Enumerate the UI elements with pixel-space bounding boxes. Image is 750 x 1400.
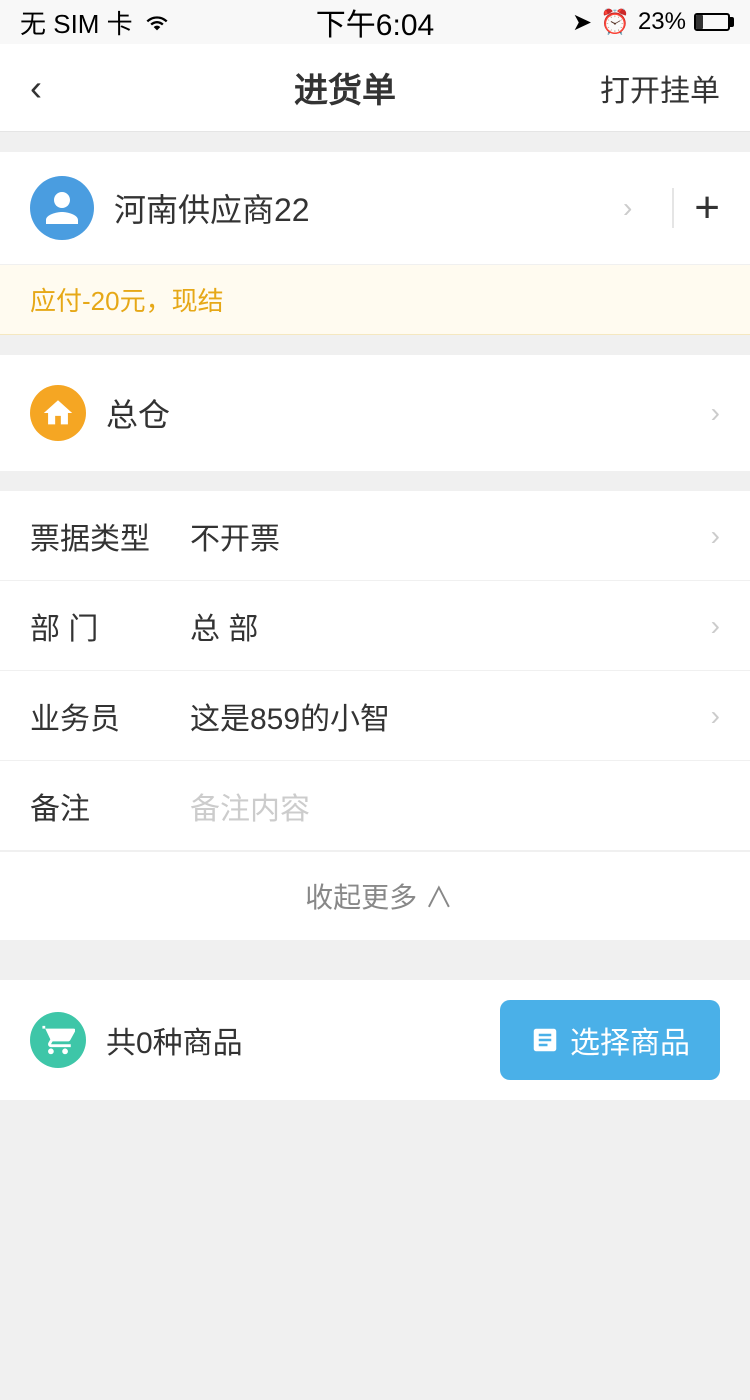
salesperson-label: 业务员 xyxy=(30,694,150,738)
select-product-button[interactable]: 选择商品 xyxy=(500,1000,720,1080)
warehouse-section: 总仓 › xyxy=(0,355,750,471)
add-supplier-button[interactable]: + xyxy=(694,183,720,233)
invoice-type-chevron-icon: › xyxy=(711,520,720,552)
collapse-label: 收起更多 ∧ xyxy=(305,876,453,916)
remark-input[interactable]: 备注内容 xyxy=(150,784,720,828)
status-time: 下午6:04 xyxy=(316,0,434,44)
remark-row[interactable]: 备注 备注内容 xyxy=(0,761,750,851)
notice-text: 应付-20元，现结 xyxy=(30,286,224,316)
gray-fill-area xyxy=(0,1100,750,1400)
salesperson-chevron-icon: › xyxy=(711,700,720,732)
warehouse-name: 总仓 xyxy=(106,390,711,436)
supplier-divider xyxy=(672,188,674,228)
status-left: 无 SIM 卡 xyxy=(20,4,171,41)
remark-label: 备注 xyxy=(30,784,150,828)
warehouse-row[interactable]: 总仓 › xyxy=(0,355,750,471)
wifi-icon xyxy=(143,7,171,38)
invoice-type-value: 不开票 xyxy=(150,514,711,558)
salesperson-value: 这是859的小智 xyxy=(150,694,711,738)
notice-banner: 应付-20元，现结 xyxy=(0,265,750,335)
warehouse-chevron-icon: › xyxy=(711,397,720,429)
page-title: 进货单 xyxy=(294,63,396,112)
product-icon-circle xyxy=(30,1012,86,1068)
salesperson-row[interactable]: 业务员 这是859的小智 › xyxy=(0,671,750,761)
section-gap-3 xyxy=(0,940,750,960)
invoice-type-label: 票据类型 xyxy=(30,514,150,558)
alarm-icon: ⏰ xyxy=(600,8,630,37)
back-button[interactable]: ‹ xyxy=(30,67,90,109)
nav-bar: ‹ 进货单 打开挂单 xyxy=(0,44,750,132)
section-divider-1 xyxy=(0,132,750,152)
supplier-chevron-icon: › xyxy=(623,192,632,224)
status-bar: 无 SIM 卡 下午6:04 ➤ ⏰ 23% xyxy=(0,0,750,44)
cart-icon xyxy=(41,1023,75,1057)
invoice-type-row[interactable]: 票据类型 不开票 › xyxy=(0,491,750,581)
department-value: 总 部 xyxy=(150,604,711,648)
supplier-section: 河南供应商22 › + 应付-20元，现结 xyxy=(0,152,750,335)
open-pending-button[interactable]: 打开挂单 xyxy=(600,66,720,110)
department-row[interactable]: 部 门 总 部 › xyxy=(0,581,750,671)
select-product-icon xyxy=(530,1025,560,1055)
department-chevron-icon: › xyxy=(711,610,720,642)
supplier-avatar xyxy=(30,176,94,240)
collapse-button[interactable]: 收起更多 ∧ xyxy=(0,851,750,940)
department-label: 部 门 xyxy=(30,604,150,648)
carrier-text: 无 SIM 卡 xyxy=(20,4,133,41)
section-gap-1 xyxy=(0,335,750,355)
person-icon xyxy=(42,188,82,228)
battery-icon xyxy=(694,13,730,31)
supplier-row[interactable]: 河南供应商22 › + xyxy=(0,152,750,265)
select-product-label: 选择商品 xyxy=(570,1018,690,1062)
location-icon: ➤ xyxy=(572,8,592,37)
product-count-text: 共0种商品 xyxy=(106,1018,500,1062)
section-gap-2 xyxy=(0,471,750,491)
form-section: 票据类型 不开票 › 部 门 总 部 › 业务员 这是859的小智 › 备注 备… xyxy=(0,491,750,940)
warehouse-icon xyxy=(41,396,75,430)
warehouse-icon-circle xyxy=(30,385,86,441)
supplier-name: 河南供应商22 xyxy=(114,185,623,231)
product-section: 共0种商品 选择商品 xyxy=(0,980,750,1100)
battery-text: 23% xyxy=(638,8,686,36)
status-right: ➤ ⏰ 23% xyxy=(572,8,730,37)
